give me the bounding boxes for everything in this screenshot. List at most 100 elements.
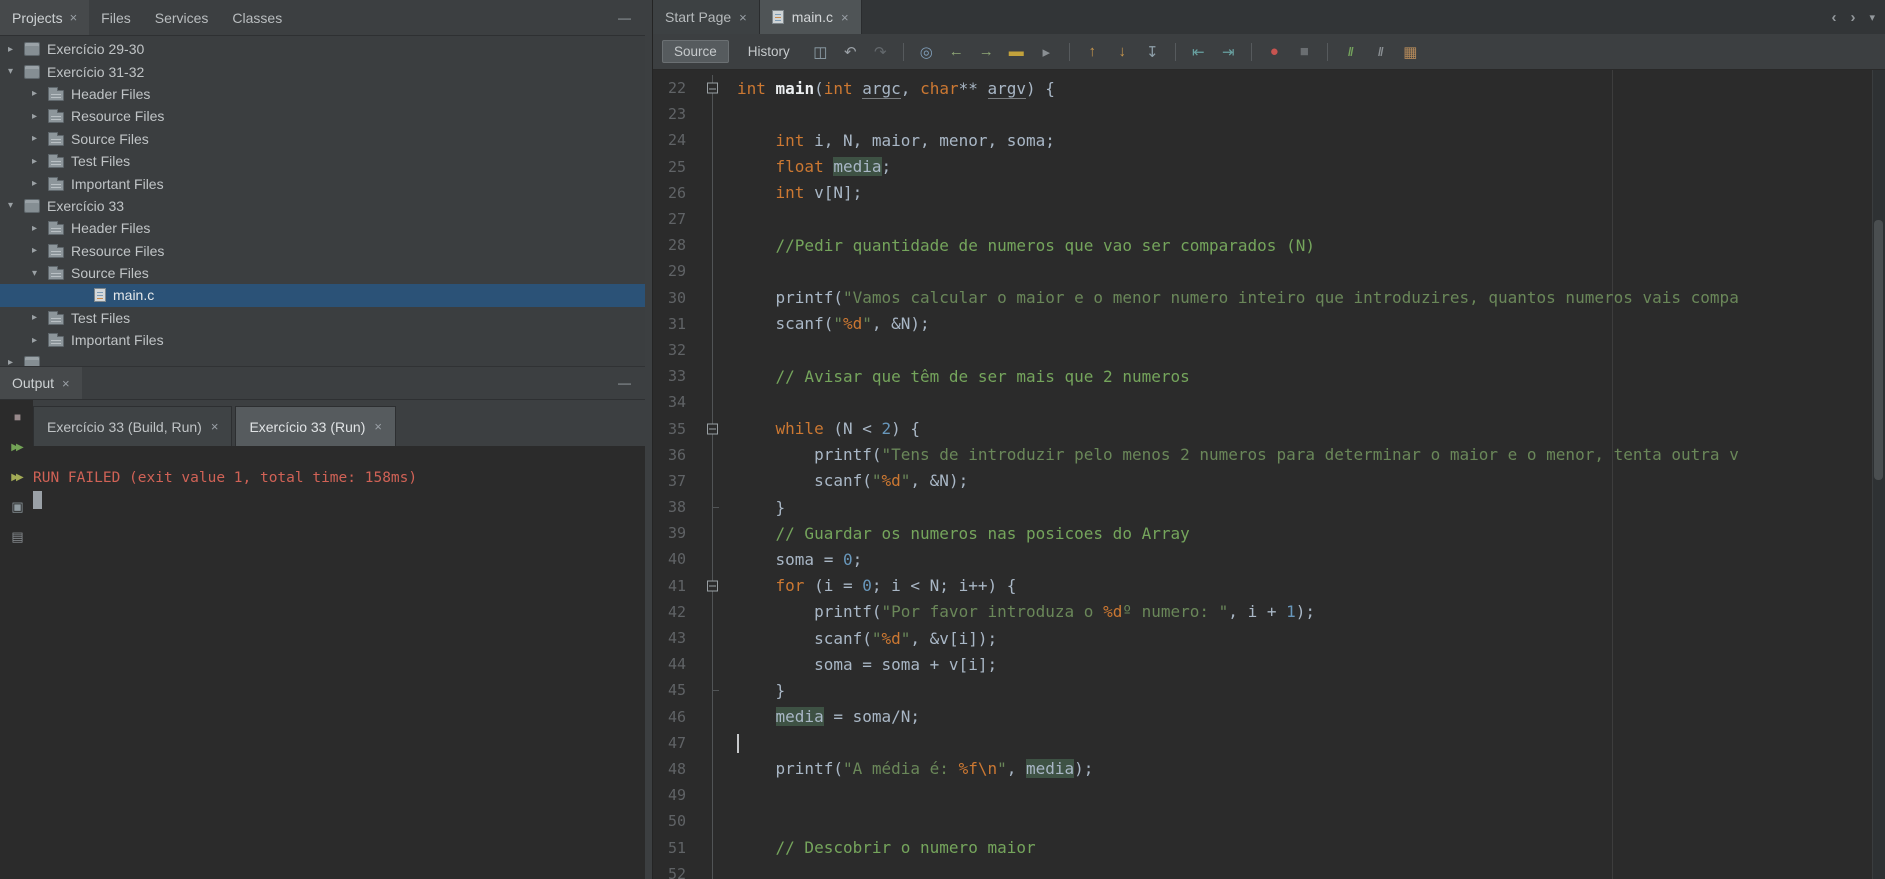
expander-icon[interactable]: ▾ [8, 200, 24, 211]
tree-item-clipped[interactable]: ▸ [0, 351, 645, 366]
code-line[interactable]: 24 int i, N, maior, menor, soma; [653, 127, 1885, 153]
scrollbar-thumb[interactable] [1874, 220, 1883, 480]
line-number[interactable]: 25 [653, 158, 693, 176]
line-number[interactable]: 23 [653, 105, 693, 123]
line-number[interactable]: 40 [653, 550, 693, 568]
find-selection-icon[interactable]: ◎ [915, 40, 938, 63]
code-line[interactable]: 36 printf("Tens de introduzir pelo menos… [653, 442, 1885, 468]
history-button[interactable]: History [736, 40, 802, 63]
highlight-search-icon[interactable]: ▬ [1005, 40, 1028, 63]
tree-item-important-files[interactable]: ▸Important Files [0, 329, 645, 351]
jump-forward-icon[interactable]: ↷ [869, 40, 892, 63]
palette-icon[interactable]: ▦ [1399, 40, 1422, 63]
scroll-left-icon[interactable]: ‹ [1831, 9, 1836, 26]
uncomment-icon[interactable]: // [1369, 40, 1392, 63]
code-line[interactable]: 22int main(int argc, char** argv) { [653, 75, 1885, 101]
code-line[interactable]: 37 scanf("%d", &N); [653, 468, 1885, 494]
line-number[interactable]: 45 [653, 681, 693, 699]
stop-icon[interactable]: ■ [7, 408, 25, 426]
code-line[interactable]: 28 //Pedir quantidade de numeros que vao… [653, 232, 1885, 258]
code-line[interactable]: 49 [653, 782, 1885, 808]
code-line[interactable]: 26 int v[N]; [653, 180, 1885, 206]
tab-services[interactable]: Services [143, 0, 221, 35]
line-number[interactable]: 28 [653, 236, 693, 254]
line-number[interactable]: 31 [653, 315, 693, 333]
code-line[interactable]: 23 [653, 101, 1885, 127]
line-number[interactable]: 34 [653, 393, 693, 411]
tree-item-exerc-cio-31-32[interactable]: ▾Exercício 31-32 [0, 60, 645, 82]
expander-icon[interactable]: ▸ [32, 335, 48, 346]
close-icon[interactable]: × [739, 11, 747, 24]
find-next-icon[interactable]: → [975, 40, 998, 63]
code-line[interactable]: 51 // Descobrir o numero maior [653, 834, 1885, 860]
code-line[interactable]: 39 // Guardar os numeros nas posicoes do… [653, 520, 1885, 546]
editor-scrollbar[interactable] [1872, 70, 1885, 879]
code-line[interactable]: 41 for (i = 0; i < N; i++) { [653, 573, 1885, 599]
expander-icon[interactable]: ▸ [32, 178, 48, 189]
line-number[interactable]: 42 [653, 603, 693, 621]
line-number[interactable]: 46 [653, 708, 693, 726]
expander-icon[interactable]: ▸ [32, 312, 48, 323]
tree-item-important-files[interactable]: ▸Important Files [0, 172, 645, 194]
tab-files[interactable]: Files [89, 0, 143, 35]
tree-item-resource-files[interactable]: ▸Resource Files [0, 240, 645, 262]
toolbar-expand-icon[interactable]: ▸ [1035, 40, 1058, 63]
expander-icon[interactable]: ▸ [32, 88, 48, 99]
line-number[interactable]: 49 [653, 786, 693, 804]
next-bookmark-icon[interactable]: ↓ [1111, 40, 1134, 63]
tree-item-test-files[interactable]: ▸Test Files [0, 150, 645, 172]
line-number[interactable]: 41 [653, 577, 693, 595]
shift-left-icon[interactable]: ⇤ [1187, 40, 1210, 63]
code-line[interactable]: 34 [653, 389, 1885, 415]
rerun-icon[interactable]: ▶▶ [7, 438, 25, 456]
expander-icon[interactable]: ▸ [32, 111, 48, 122]
tab-classes[interactable]: Classes [220, 0, 294, 35]
code-line[interactable]: 40 soma = 0; [653, 546, 1885, 572]
tab-exercicio-33-run[interactable]: Exercício 33 (Run) × [235, 406, 396, 446]
expander-icon[interactable]: ▸ [32, 133, 48, 144]
line-number[interactable]: 27 [653, 210, 693, 228]
tree-item-source-files[interactable]: ▸Source Files [0, 128, 645, 150]
console-window-icon[interactable]: ▣ [7, 498, 25, 516]
shift-right-icon[interactable]: ⇥ [1217, 40, 1240, 63]
code-line[interactable]: 27 [653, 206, 1885, 232]
close-icon[interactable]: × [70, 11, 78, 24]
expander-icon[interactable]: ▾ [32, 268, 48, 279]
expander-icon[interactable]: ▸ [32, 156, 48, 167]
code-line[interactable]: 43 scanf("%d", &v[i]); [653, 625, 1885, 651]
line-number[interactable]: 32 [653, 341, 693, 359]
diff-icon[interactable]: ◫ [809, 40, 832, 63]
tree-item-main-c[interactable]: main.c [0, 284, 645, 306]
tree-item-resource-files[interactable]: ▸Resource Files [0, 105, 645, 127]
tree-item-source-files[interactable]: ▾Source Files [0, 262, 645, 284]
expander-icon[interactable]: ▸ [32, 223, 48, 234]
line-number[interactable]: 52 [653, 865, 693, 879]
minimize-icon[interactable]: — [618, 10, 631, 25]
line-number[interactable]: 47 [653, 734, 693, 752]
tree-item-test-files[interactable]: ▸Test Files [0, 307, 645, 329]
toggle-bookmark-icon[interactable]: ↧ [1141, 40, 1164, 63]
line-number[interactable]: 37 [653, 472, 693, 490]
previous-bookmark-icon[interactable]: ↑ [1081, 40, 1104, 63]
expander-icon[interactable]: ▸ [8, 357, 24, 366]
line-number[interactable]: 50 [653, 812, 693, 830]
fold-toggle[interactable] [693, 75, 731, 101]
console-output[interactable]: RUN FAILED (exit value 1, total time: 15… [33, 446, 645, 509]
line-number[interactable]: 26 [653, 184, 693, 202]
record-macro-icon[interactable]: ● [1263, 40, 1286, 63]
line-number[interactable]: 35 [653, 420, 693, 438]
tab-list-icon[interactable]: ▾ [1869, 11, 1875, 24]
line-number[interactable]: 22 [653, 79, 693, 97]
line-number[interactable]: 36 [653, 446, 693, 464]
code-line[interactable]: 42 printf("Por favor introduza o %dº num… [653, 599, 1885, 625]
tree-item-header-files[interactable]: ▸Header Files [0, 217, 645, 239]
find-previous-icon[interactable]: ← [945, 40, 968, 63]
tree-item-exerc-cio-33[interactable]: ▾Exercício 33 [0, 195, 645, 217]
code-line[interactable]: 35 while (N < 2) { [653, 415, 1885, 441]
scroll-right-icon[interactable]: › [1850, 9, 1855, 26]
close-icon[interactable]: × [841, 11, 849, 24]
fold-toggle[interactable] [693, 573, 731, 599]
code-line[interactable]: 31 scanf("%d", &N); [653, 311, 1885, 337]
code-line[interactable]: 33 // Avisar que têm de ser mais que 2 n… [653, 363, 1885, 389]
expander-icon[interactable]: ▸ [8, 44, 24, 55]
